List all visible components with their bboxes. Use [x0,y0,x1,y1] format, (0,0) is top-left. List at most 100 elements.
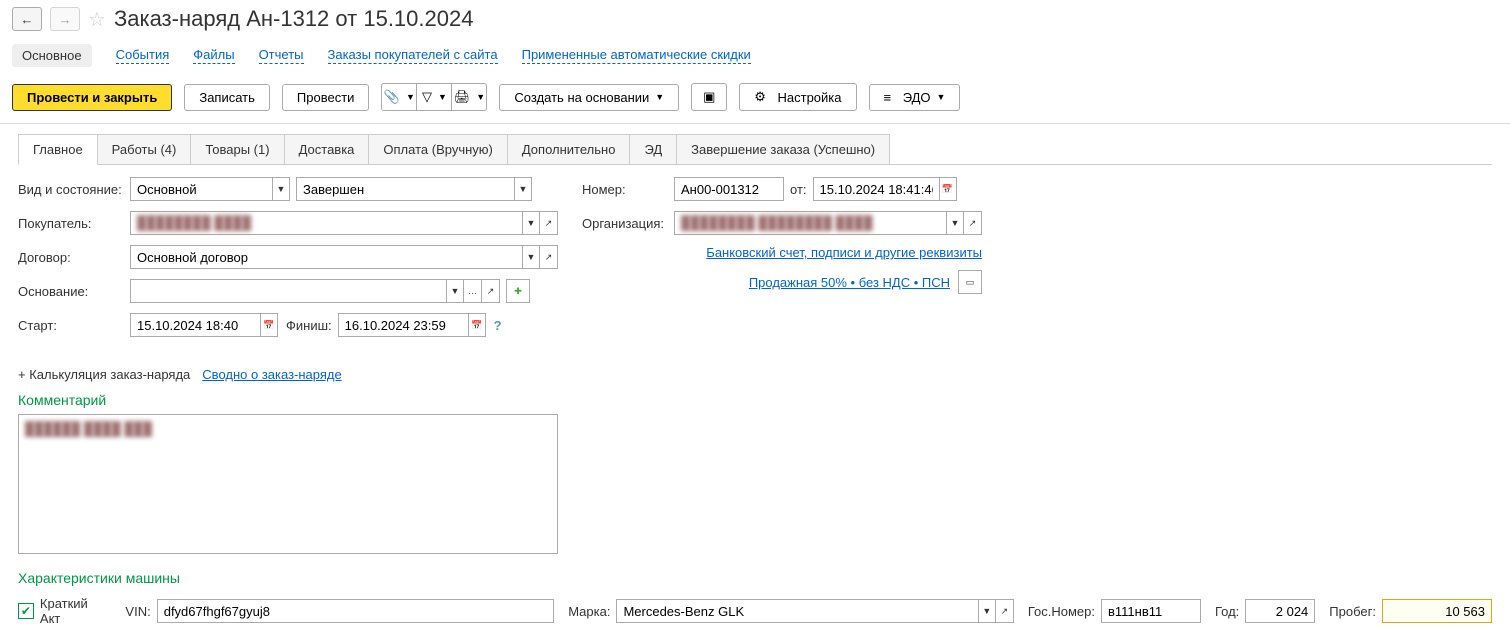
summary-link[interactable]: Сводно о заказ-наряде [202,367,341,382]
basis-add-button[interactable]: ✚ [506,279,530,303]
machine-section-title: Характеристики машины [0,564,1510,592]
edo-icon: ≡ [884,90,892,105]
plate-input[interactable] [1101,599,1201,623]
tab-works[interactable]: Работы (4) [97,134,192,165]
plate-label: Гос.Номер: [1028,604,1095,619]
number-input[interactable] [674,177,784,201]
tab-extra[interactable]: Дополнительно [507,134,631,165]
vin-input[interactable] [157,599,554,623]
nav-forward-button[interactable]: → [50,7,80,31]
chevron-down-icon: ▼ [406,92,415,102]
start-input[interactable] [130,313,260,337]
gear-icon: ⚙ [754,89,766,105]
contract-open[interactable]: ↗ [540,245,558,269]
tab-delivery[interactable]: Доставка [284,134,370,165]
nav-site-orders[interactable]: Заказы покупателей с сайта [328,47,498,64]
brand-input[interactable] [616,599,977,623]
basis-open[interactable]: ↗ [482,279,500,303]
contract-input[interactable] [130,245,522,269]
help-icon[interactable]: ? [494,318,502,333]
org-dropdown[interactable]: ▼ [946,211,964,235]
short-act-checkbox[interactable]: ✔ [18,603,34,619]
nav-reports[interactable]: Отчеты [259,47,304,64]
chevron-down-icon: ▼ [476,92,485,102]
type-state-label: Вид и состояние: [18,182,124,197]
basis-dropdown[interactable]: ▼ [446,279,464,303]
calendar-icon: 📅 [942,184,953,195]
basis-more[interactable]: … [464,279,482,303]
card-icon: ▭ [966,277,975,288]
save-button[interactable]: Записать [184,84,270,111]
finish-label: Финиш: [286,318,332,333]
chevron-down-icon: ▼ [937,92,946,102]
from-label: от: [790,182,807,197]
post-button[interactable]: Провести [282,84,370,111]
calendar-icon: 📅 [471,320,482,331]
date-input[interactable] [813,177,939,201]
create-from-label: Создать на основании [514,90,649,105]
brand-dropdown[interactable]: ▼ [978,599,996,623]
buyer-input[interactable]: ████████ ████ [130,211,522,235]
tab-payment[interactable]: Оплата (Вручную) [368,134,507,165]
number-label: Номер: [582,182,668,197]
finish-calendar[interactable]: 📅 [468,313,486,337]
type-dropdown[interactable]: ▼ [272,177,290,201]
add-doc-icon: ✚ [514,286,522,297]
contract-label: Договор: [18,250,124,265]
short-act-label: Краткий Акт [40,596,112,626]
date-calendar[interactable]: 📅 [939,177,957,201]
tab-main[interactable]: Главное [18,134,98,165]
state-input[interactable] [296,177,514,201]
create-from-button[interactable]: Создать на основании ▼ [499,84,679,111]
brand-open[interactable]: ↗ [996,599,1014,623]
filter-button[interactable]: ▽▼ [416,83,452,111]
contract-dropdown[interactable]: ▼ [522,245,540,269]
favorite-star-icon[interactable]: ☆ [88,7,106,32]
year-label: Год: [1215,604,1239,619]
vin-label: VIN: [125,604,150,619]
buyer-open[interactable]: ↗ [540,211,558,235]
attach-button[interactable]: 📎▼ [381,83,417,111]
mileage-input[interactable] [1382,599,1492,623]
mileage-label: Пробег: [1329,604,1376,619]
tab-goods[interactable]: Товары (1) [190,134,284,165]
chevron-down-icon: ▼ [438,92,447,102]
calc-link[interactable]: + Калькуляция заказ-наряда [18,367,190,382]
brand-label: Марка: [568,604,610,619]
nav-back-button[interactable]: ← [12,7,42,31]
org-input[interactable]: ████████ ████████ ████ [674,211,946,235]
structure-icon: ▣ [703,89,715,105]
year-input[interactable] [1245,599,1315,623]
edo-label: ЭДО [903,90,931,105]
tab-finish[interactable]: Завершение заказа (Успешно) [676,134,890,165]
comment-textarea[interactable]: ██████ ████ ███ [18,414,558,554]
org-label: Организация: [582,216,668,231]
print-button[interactable]: 🖨▼ [451,83,487,111]
basis-input[interactable] [130,279,446,303]
nav-files[interactable]: Файлы [193,47,234,64]
nav-events[interactable]: События [116,47,170,64]
edo-button[interactable]: ≡ ЭДО ▼ [869,84,961,111]
nav-discounts[interactable]: Примененные автоматические скидки [522,47,751,64]
state-dropdown[interactable]: ▼ [514,177,532,201]
settings-button[interactable]: ⚙ Настройка [739,83,856,111]
org-open[interactable]: ↗ [964,211,982,235]
type-input[interactable] [130,177,272,201]
finish-input[interactable] [338,313,468,337]
page-title: Заказ-наряд Ан-1312 от 15.10.2024 [114,6,474,32]
start-label: Старт: [18,318,124,333]
chevron-down-icon: ▼ [655,92,664,102]
price-card-button[interactable]: ▭ [958,270,982,294]
tab-ed[interactable]: ЭД [629,134,677,165]
buyer-dropdown[interactable]: ▼ [522,211,540,235]
bank-details-link[interactable]: Банковский счет, подписи и другие реквиз… [706,245,982,260]
post-and-close-button[interactable]: Провести и закрыть [12,84,172,111]
start-calendar[interactable]: 📅 [260,313,278,337]
structure-button[interactable]: ▣ [691,83,727,111]
clip-icon: 📎 [384,89,400,105]
buyer-label: Покупатель: [18,216,124,231]
nav-main[interactable]: Основное [12,44,92,67]
funnel-icon: ▽ [422,89,432,105]
price-type-link[interactable]: Продажная 50% • без НДС • ПСН [749,275,950,290]
arrow-right-icon: → [59,12,72,27]
